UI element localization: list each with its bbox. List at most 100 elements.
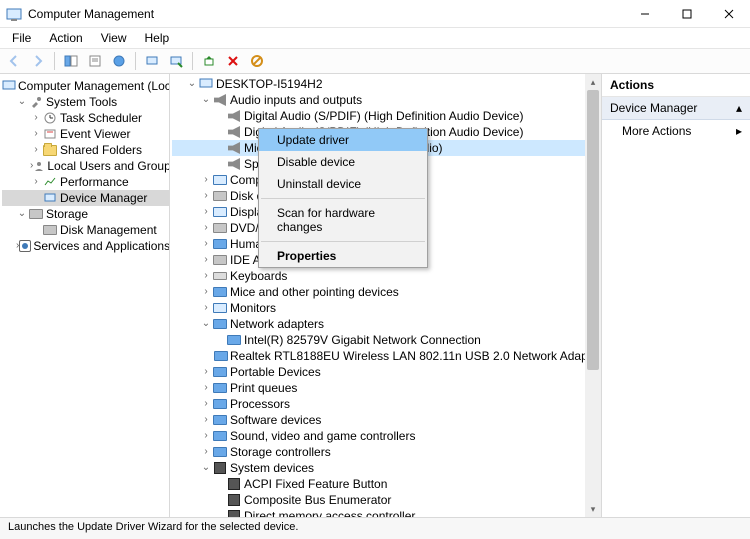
cat-storage-controllers[interactable]: ›Storage controllers xyxy=(172,444,601,460)
device-label: Composite Bus Enumerator xyxy=(244,493,391,507)
collapse-icon[interactable]: ⌄ xyxy=(200,319,212,329)
context-uninstall-device[interactable]: Uninstall device xyxy=(259,173,427,195)
expand-icon[interactable]: › xyxy=(200,303,212,313)
cat-network[interactable]: ⌄Network adapters xyxy=(172,316,601,332)
expand-icon[interactable]: › xyxy=(200,271,212,281)
expand-icon[interactable]: › xyxy=(200,191,212,201)
uninstall-button[interactable] xyxy=(223,51,243,71)
device-manager-icon xyxy=(42,190,58,206)
device-root[interactable]: ⌄DESKTOP-I5194H2 xyxy=(172,76,601,92)
expand-icon[interactable]: › xyxy=(200,399,212,409)
context-update-driver[interactable]: Update driver xyxy=(259,129,427,151)
expand-icon[interactable]: › xyxy=(200,175,212,185)
tree-local-users[interactable]: ›Local Users and Groups xyxy=(2,158,169,174)
collapse-icon[interactable]: ⌄ xyxy=(16,97,28,107)
device-icon xyxy=(212,204,228,220)
tree-label: Services and Applications xyxy=(33,239,170,253)
tree-services[interactable]: ›Services and Applications xyxy=(2,238,169,254)
device-icon-button[interactable] xyxy=(142,51,162,71)
menu-file[interactable]: File xyxy=(4,29,39,47)
scan-hardware-button[interactable] xyxy=(166,51,186,71)
device-label: Portable Devices xyxy=(230,365,321,379)
scroll-thumb[interactable] xyxy=(587,90,599,370)
tree-task-scheduler[interactable]: ›Task Scheduler xyxy=(2,110,169,126)
collapse-icon[interactable]: ⌄ xyxy=(200,463,212,473)
net-child-1[interactable]: Realtek RTL8188EU Wireless LAN 802.11n U… xyxy=(172,348,601,364)
collapse-icon[interactable]: ⌄ xyxy=(200,95,212,105)
update-driver-button[interactable] xyxy=(199,51,219,71)
show-hide-tree-button[interactable] xyxy=(61,51,81,71)
collapse-icon[interactable]: ⌄ xyxy=(186,79,198,89)
device-icon xyxy=(212,412,228,428)
cat-portable-devices[interactable]: › Portable Devices xyxy=(172,364,601,380)
cat-software-devices[interactable]: ›Software devices xyxy=(172,412,601,428)
disable-button[interactable] xyxy=(247,51,267,71)
actions-more-label: More Actions xyxy=(622,124,691,138)
expand-icon[interactable]: › xyxy=(200,287,212,297)
tree-storage[interactable]: ⌄Storage xyxy=(2,206,169,222)
context-disable-device[interactable]: Disable device xyxy=(259,151,427,173)
tree-root[interactable]: Computer Management (Local xyxy=(2,78,169,94)
cat-keyboards[interactable]: › Keyboards xyxy=(172,268,601,284)
expand-icon[interactable]: › xyxy=(30,129,42,139)
storage-icon xyxy=(28,206,44,222)
expand-icon[interactable]: › xyxy=(200,415,212,425)
tree-label: Event Viewer xyxy=(60,127,130,141)
expand-icon[interactable]: › xyxy=(200,383,212,393)
cat-system[interactable]: ⌄System devices xyxy=(172,460,601,476)
actions-context[interactable]: Device Manager ▴ xyxy=(602,97,750,120)
toolbar xyxy=(0,48,750,74)
context-properties[interactable]: Properties xyxy=(259,245,427,267)
back-button[interactable] xyxy=(4,51,24,71)
context-scan-hardware[interactable]: Scan for hardware changes xyxy=(259,202,427,238)
expand-icon[interactable]: › xyxy=(200,223,212,233)
device-label: Processors xyxy=(230,397,290,411)
expand-icon[interactable]: › xyxy=(200,239,212,249)
expand-icon[interactable]: › xyxy=(200,431,212,441)
tree-device-manager[interactable]: Device Manager xyxy=(2,190,169,206)
tree-performance[interactable]: ›Performance xyxy=(2,174,169,190)
expand-icon[interactable]: › xyxy=(30,113,42,123)
vertical-scrollbar[interactable]: ▴ ▾ xyxy=(585,74,601,517)
sys-child-1[interactable]: Composite Bus Enumerator xyxy=(172,492,601,508)
minimize-button[interactable] xyxy=(624,0,666,28)
scroll-down-button[interactable]: ▾ xyxy=(585,501,601,517)
cat-sound-video-and-game-controllers[interactable]: ›Sound, video and game controllers xyxy=(172,428,601,444)
close-button[interactable] xyxy=(708,0,750,28)
tree-event-viewer[interactable]: › Event Viewer xyxy=(2,126,169,142)
cat-audio[interactable]: ⌄Audio inputs and outputs xyxy=(172,92,601,108)
help-button[interactable] xyxy=(109,51,129,71)
cat-monitors[interactable]: ›Monitors xyxy=(172,300,601,316)
tree-shared-folders[interactable]: ›Shared Folders xyxy=(2,142,169,158)
sys-child-0[interactable]: ACPI Fixed Feature Button xyxy=(172,476,601,492)
device-icon xyxy=(212,460,228,476)
actions-more[interactable]: More Actions ▸ xyxy=(602,120,750,142)
sys-child-2[interactable]: Direct memory access controller xyxy=(172,508,601,517)
tree-system-tools[interactable]: ⌄System Tools xyxy=(2,94,169,110)
device-icon xyxy=(212,172,228,188)
net-child-0[interactable]: Intel(R) 82579V Gigabit Network Connecti… xyxy=(172,332,601,348)
expand-icon[interactable]: › xyxy=(200,447,212,457)
expand-icon[interactable]: › xyxy=(200,255,212,265)
maximize-button[interactable] xyxy=(666,0,708,28)
menu-help[interactable]: Help xyxy=(137,29,178,47)
tree-disk-management[interactable]: Disk Management xyxy=(2,222,169,238)
expand-icon[interactable]: › xyxy=(30,145,42,155)
scroll-up-button[interactable]: ▴ xyxy=(585,74,601,90)
audio-child-0[interactable]: Digital Audio (S/PDIF) (High Definition … xyxy=(172,108,601,124)
expand-icon[interactable]: › xyxy=(200,367,212,377)
device-label: Keyboards xyxy=(230,269,287,283)
folder-icon xyxy=(42,142,58,158)
menu-action[interactable]: Action xyxy=(41,29,90,47)
cat-processors[interactable]: › Processors xyxy=(172,396,601,412)
forward-button[interactable] xyxy=(28,51,48,71)
cat-print-queues[interactable]: ›Print queues xyxy=(172,380,601,396)
properties-button[interactable] xyxy=(85,51,105,71)
menu-view[interactable]: View xyxy=(93,29,135,47)
device-label: Intel(R) 82579V Gigabit Network Connecti… xyxy=(244,333,481,347)
device-icon xyxy=(226,124,242,140)
expand-icon[interactable]: › xyxy=(30,177,42,187)
expand-icon[interactable]: › xyxy=(200,207,212,217)
cat-mice-and-other-pointing-devices[interactable]: ›Mice and other pointing devices xyxy=(172,284,601,300)
collapse-icon[interactable]: ⌄ xyxy=(16,209,28,219)
